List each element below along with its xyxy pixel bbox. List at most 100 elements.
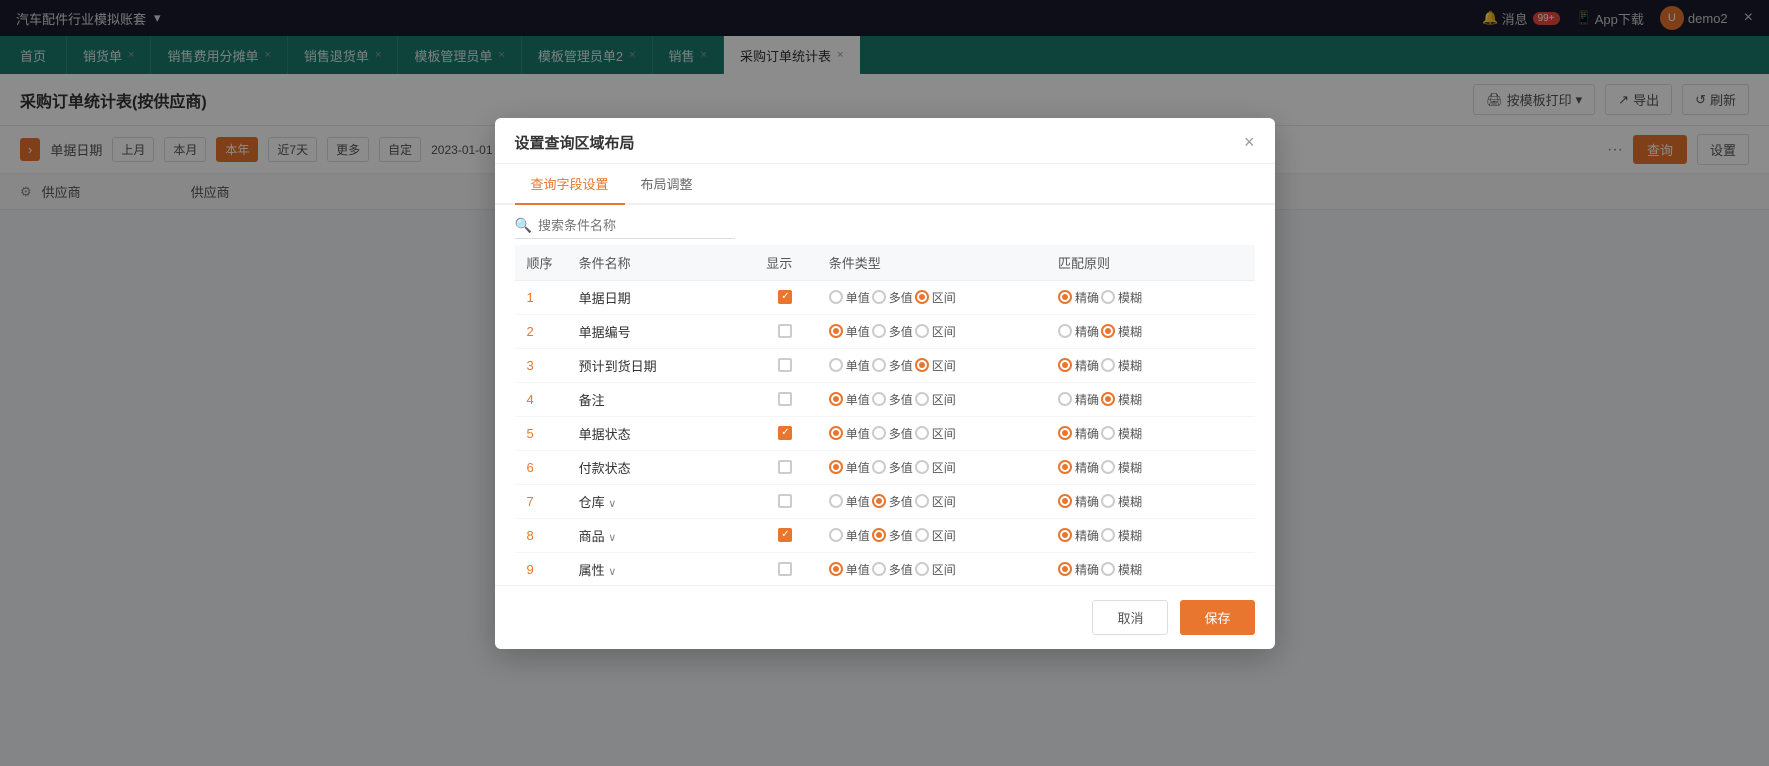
- save-btn[interactable]: 保存: [1180, 600, 1254, 635]
- radio-type-type_range-2[interactable]: 区间: [915, 357, 956, 374]
- condition-name: 属性: [579, 563, 605, 578]
- radio-circle-rule-rule_exact-1: [1058, 324, 1072, 338]
- radio-rule-rule_fuzzy-7[interactable]: 模糊: [1101, 527, 1142, 544]
- show-cell-0[interactable]: [754, 280, 817, 314]
- show-checkbox-2[interactable]: [778, 358, 792, 372]
- radio-rule-rule_exact-0[interactable]: 精确: [1058, 289, 1099, 306]
- radio-circle-rule-rule_exact-7: [1058, 528, 1072, 542]
- radio-type-type_range-4[interactable]: 区间: [915, 425, 956, 442]
- radio-type-type_single-5[interactable]: 单值: [829, 459, 870, 476]
- radio-circle-rule-rule_fuzzy-1: [1101, 324, 1115, 338]
- radio-type-type_single-2[interactable]: 单值: [829, 357, 870, 374]
- name-cell-5: 付款状态: [567, 450, 755, 484]
- tab-field-settings[interactable]: 查询字段设置: [515, 164, 625, 205]
- radio-type-type_single-1[interactable]: 单值: [829, 323, 870, 340]
- radio-type-type_multi-3[interactable]: 多值: [872, 391, 913, 408]
- search-row: 🔍: [495, 205, 1275, 245]
- radio-type-type_range-3[interactable]: 区间: [915, 391, 956, 408]
- show-checkbox-3[interactable]: [778, 392, 792, 406]
- radio-circle-rule-rule_exact-0: [1058, 290, 1072, 304]
- rule-cell-8: 精确模糊: [1046, 552, 1254, 585]
- show-cell-4[interactable]: [754, 416, 817, 450]
- radio-rule-rule_fuzzy-2[interactable]: 模糊: [1101, 357, 1142, 374]
- radio-type-type_single-7[interactable]: 单值: [829, 527, 870, 544]
- radio-circle-rule-rule_fuzzy-8: [1101, 562, 1115, 576]
- rule-cell-4: 精确模糊: [1046, 416, 1254, 450]
- show-checkbox-0[interactable]: [778, 290, 792, 304]
- conditions-table-scroll[interactable]: 顺序 条件名称 显示 条件类型 匹配原则 1单据日期单值多值区间精确模糊2单据编…: [495, 245, 1275, 585]
- radio-type-type_range-7[interactable]: 区间: [915, 527, 956, 544]
- radio-rule-rule_fuzzy-8[interactable]: 模糊: [1101, 561, 1142, 578]
- radio-circle-rule-rule_exact-4: [1058, 426, 1072, 440]
- radio-rule-rule_exact-5[interactable]: 精确: [1058, 459, 1099, 476]
- radio-rule-rule_exact-2[interactable]: 精确: [1058, 357, 1099, 374]
- radio-rule-rule_exact-7[interactable]: 精确: [1058, 527, 1099, 544]
- radio-rule-rule_fuzzy-5[interactable]: 模糊: [1101, 459, 1142, 476]
- radio-type-type_multi-5[interactable]: 多值: [872, 459, 913, 476]
- radio-type-type_range-0[interactable]: 区间: [915, 289, 956, 306]
- radio-rule-rule_fuzzy-6[interactable]: 模糊: [1101, 493, 1142, 510]
- radio-type-type_range-1[interactable]: 区间: [915, 323, 956, 340]
- radio-circle-type_single-6: [829, 494, 843, 508]
- table-row: 8商品 ∨单值多值区间精确模糊: [515, 518, 1255, 552]
- chevron-down-icon: ∨: [608, 498, 616, 510]
- type-cell-5: 单值多值区间: [817, 450, 1046, 484]
- show-checkbox-7[interactable]: [778, 528, 792, 542]
- show-cell-1[interactable]: [754, 314, 817, 348]
- radio-type-type_range-8[interactable]: 区间: [915, 561, 956, 578]
- radio-type-type_single-0[interactable]: 单值: [829, 289, 870, 306]
- show-cell-7[interactable]: [754, 518, 817, 552]
- radio-type-type_multi-1[interactable]: 多值: [872, 323, 913, 340]
- radio-rule-rule_exact-6[interactable]: 精确: [1058, 493, 1099, 510]
- table-row: 3预计到货日期单值多值区间精确模糊: [515, 348, 1255, 382]
- name-cell-6: 仓库 ∨: [567, 484, 755, 518]
- radio-type-type_multi-2[interactable]: 多值: [872, 357, 913, 374]
- show-cell-6[interactable]: [754, 484, 817, 518]
- type-cell-4: 单值多值区间: [817, 416, 1046, 450]
- radio-rule-rule_exact-8[interactable]: 精确: [1058, 561, 1099, 578]
- radio-circle-type_range-2: [915, 358, 929, 372]
- tab-layout-adjust[interactable]: 布局调整: [625, 164, 709, 205]
- show-cell-3[interactable]: [754, 382, 817, 416]
- radio-rule-rule_exact-4[interactable]: 精确: [1058, 425, 1099, 442]
- radio-circle-type_single-7: [829, 528, 843, 542]
- cancel-btn[interactable]: 取消: [1092, 600, 1168, 635]
- show-cell-8[interactable]: [754, 552, 817, 585]
- radio-rule-rule_fuzzy-1[interactable]: 模糊: [1101, 323, 1142, 340]
- radio-type-type_multi-7[interactable]: 多值: [872, 527, 913, 544]
- radio-type-type_multi-0[interactable]: 多值: [872, 289, 913, 306]
- radio-rule-rule_fuzzy-0[interactable]: 模糊: [1101, 289, 1142, 306]
- radio-type-type_multi-4[interactable]: 多值: [872, 425, 913, 442]
- show-checkbox-5[interactable]: [778, 460, 792, 474]
- radio-circle-type_single-2: [829, 358, 843, 372]
- radio-circle-type_multi-2: [872, 358, 886, 372]
- radio-circle-type_single-1: [829, 324, 843, 338]
- show-checkbox-8[interactable]: [778, 562, 792, 576]
- show-checkbox-6[interactable]: [778, 494, 792, 508]
- condition-name: 商品: [579, 529, 605, 544]
- settings-dialog: 设置查询区域布局 × 查询字段设置 布局调整 🔍 顺序 条件名称 显示: [495, 118, 1275, 649]
- radio-type-type_single-3[interactable]: 单值: [829, 391, 870, 408]
- radio-rule-rule_fuzzy-3[interactable]: 模糊: [1101, 391, 1142, 408]
- show-cell-2[interactable]: [754, 348, 817, 382]
- radio-rule-rule_exact-1[interactable]: 精确: [1058, 323, 1099, 340]
- show-checkbox-1[interactable]: [778, 324, 792, 338]
- rule-cell-6: 精确模糊: [1046, 484, 1254, 518]
- radio-type-type_single-8[interactable]: 单值: [829, 561, 870, 578]
- type-cell-6: 单值多值区间: [817, 484, 1046, 518]
- search-input[interactable]: [538, 218, 718, 233]
- show-checkbox-4[interactable]: [778, 426, 792, 440]
- radio-type-type_range-6[interactable]: 区间: [915, 493, 956, 510]
- radio-type-type_single-4[interactable]: 单值: [829, 425, 870, 442]
- radio-rule-rule_fuzzy-4[interactable]: 模糊: [1101, 425, 1142, 442]
- radio-type-type_range-5[interactable]: 区间: [915, 459, 956, 476]
- name-cell-3: 备注: [567, 382, 755, 416]
- radio-circle-type_multi-1: [872, 324, 886, 338]
- radio-circle-rule-rule_fuzzy-5: [1101, 460, 1115, 474]
- radio-type-type_single-6[interactable]: 单值: [829, 493, 870, 510]
- radio-rule-rule_exact-3[interactable]: 精确: [1058, 391, 1099, 408]
- dialog-close-btn[interactable]: ×: [1244, 133, 1255, 151]
- radio-type-type_multi-6[interactable]: 多值: [872, 493, 913, 510]
- show-cell-5[interactable]: [754, 450, 817, 484]
- radio-type-type_multi-8[interactable]: 多值: [872, 561, 913, 578]
